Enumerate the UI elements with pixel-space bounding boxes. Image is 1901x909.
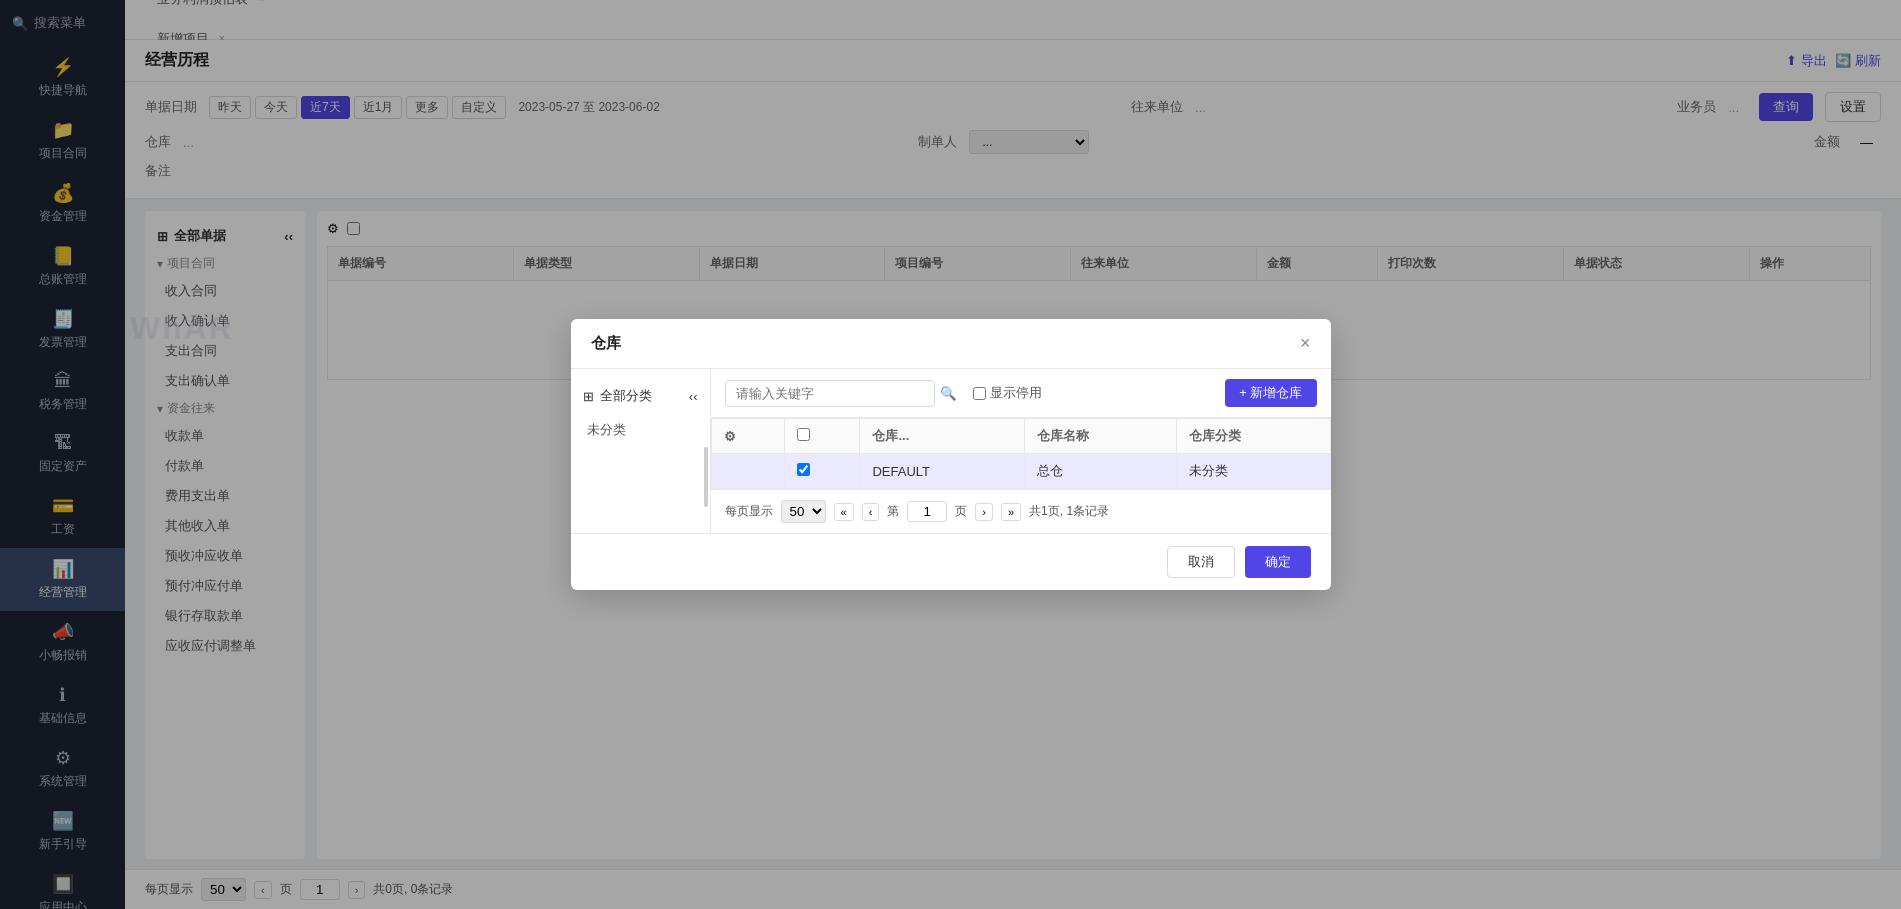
modal-warehouse-table: ⚙ 仓库... 仓库名称 仓库分类 DEFAULT 总仓 未分类 [711,418,1331,489]
modal-per-page-select[interactable]: 50 [781,500,826,523]
modal-select-all[interactable] [797,428,810,441]
col-settings: ⚙ [711,419,785,454]
modal-title: 仓库 [591,334,621,353]
modal-search-input[interactable] [725,380,935,407]
modal-header: 仓库 × [571,319,1331,369]
modal-last-page[interactable]: » [1001,503,1021,521]
modal-right-panel: 🔍 显示停用 + 新增仓库 ⚙ 仓库... [711,369,1331,533]
modal-all-category[interactable]: ⊞ 全部分类 ‹‹ [571,379,710,413]
col-category[interactable]: 仓库分类 [1177,419,1330,454]
modal-table-row[interactable]: DEFAULT 总仓 未分类 [711,454,1330,489]
modal-prev-page[interactable]: ‹ [862,503,880,521]
modal-first-page[interactable]: « [834,503,854,521]
warehouse-modal: 仓库 × ⊞ 全部分类 ‹‹ 未分类 [571,319,1331,590]
modal-body: ⊞ 全部分类 ‹‹ 未分类 🔍 [571,369,1331,533]
modal-total: 共1页, 1条记录 [1029,503,1109,520]
modal-page-suffix: 页 [955,503,967,520]
settings-col-icon[interactable]: ⚙ [724,429,736,444]
row-code: DEFAULT [860,454,1024,489]
modal-overlay: 仓库 × ⊞ 全部分类 ‹‹ 未分类 [0,0,1901,909]
row-category: 未分类 [1177,454,1330,489]
add-warehouse-button[interactable]: + 新增仓库 [1225,379,1316,407]
show-disabled-checkbox[interactable] [973,387,986,400]
modal-search-button[interactable]: 🔍 [940,386,957,401]
collapse2-icon: ‹‹ [689,389,698,404]
cancel-button[interactable]: 取消 [1167,546,1235,578]
modal-page-input[interactable] [907,501,947,522]
modal-unclassified-item[interactable]: 未分类 [571,413,710,447]
col-checkbox [785,419,860,454]
col-code[interactable]: 仓库... [860,419,1024,454]
row-name: 总仓 [1024,454,1177,489]
col-name[interactable]: 仓库名称 [1024,419,1177,454]
modal-table-wrap: ⚙ 仓库... 仓库名称 仓库分类 DEFAULT 总仓 未分类 [711,418,1331,489]
modal-next-page[interactable]: › [975,503,993,521]
modal-pagination: 每页显示 50 « ‹ 第 页 › » 共1页, 1条记录 [711,489,1331,533]
row-settings [711,454,785,489]
modal-page-prefix: 第 [887,503,899,520]
modal-left-panel: ⊞ 全部分类 ‹‹ 未分类 [571,369,711,533]
modal-footer: 取消 确定 [571,533,1331,590]
modal-search-wrap: 🔍 [725,380,965,407]
row-checkbox[interactable] [785,454,860,489]
modal-per-page-label: 每页显示 [725,503,773,520]
confirm-button[interactable]: 确定 [1245,546,1311,578]
modal-close-button[interactable]: × [1300,333,1311,354]
show-disabled-label[interactable]: 显示停用 [973,384,1042,402]
grid2-icon: ⊞ [583,389,594,404]
modal-toolbar: 🔍 显示停用 + 新增仓库 [711,369,1331,418]
